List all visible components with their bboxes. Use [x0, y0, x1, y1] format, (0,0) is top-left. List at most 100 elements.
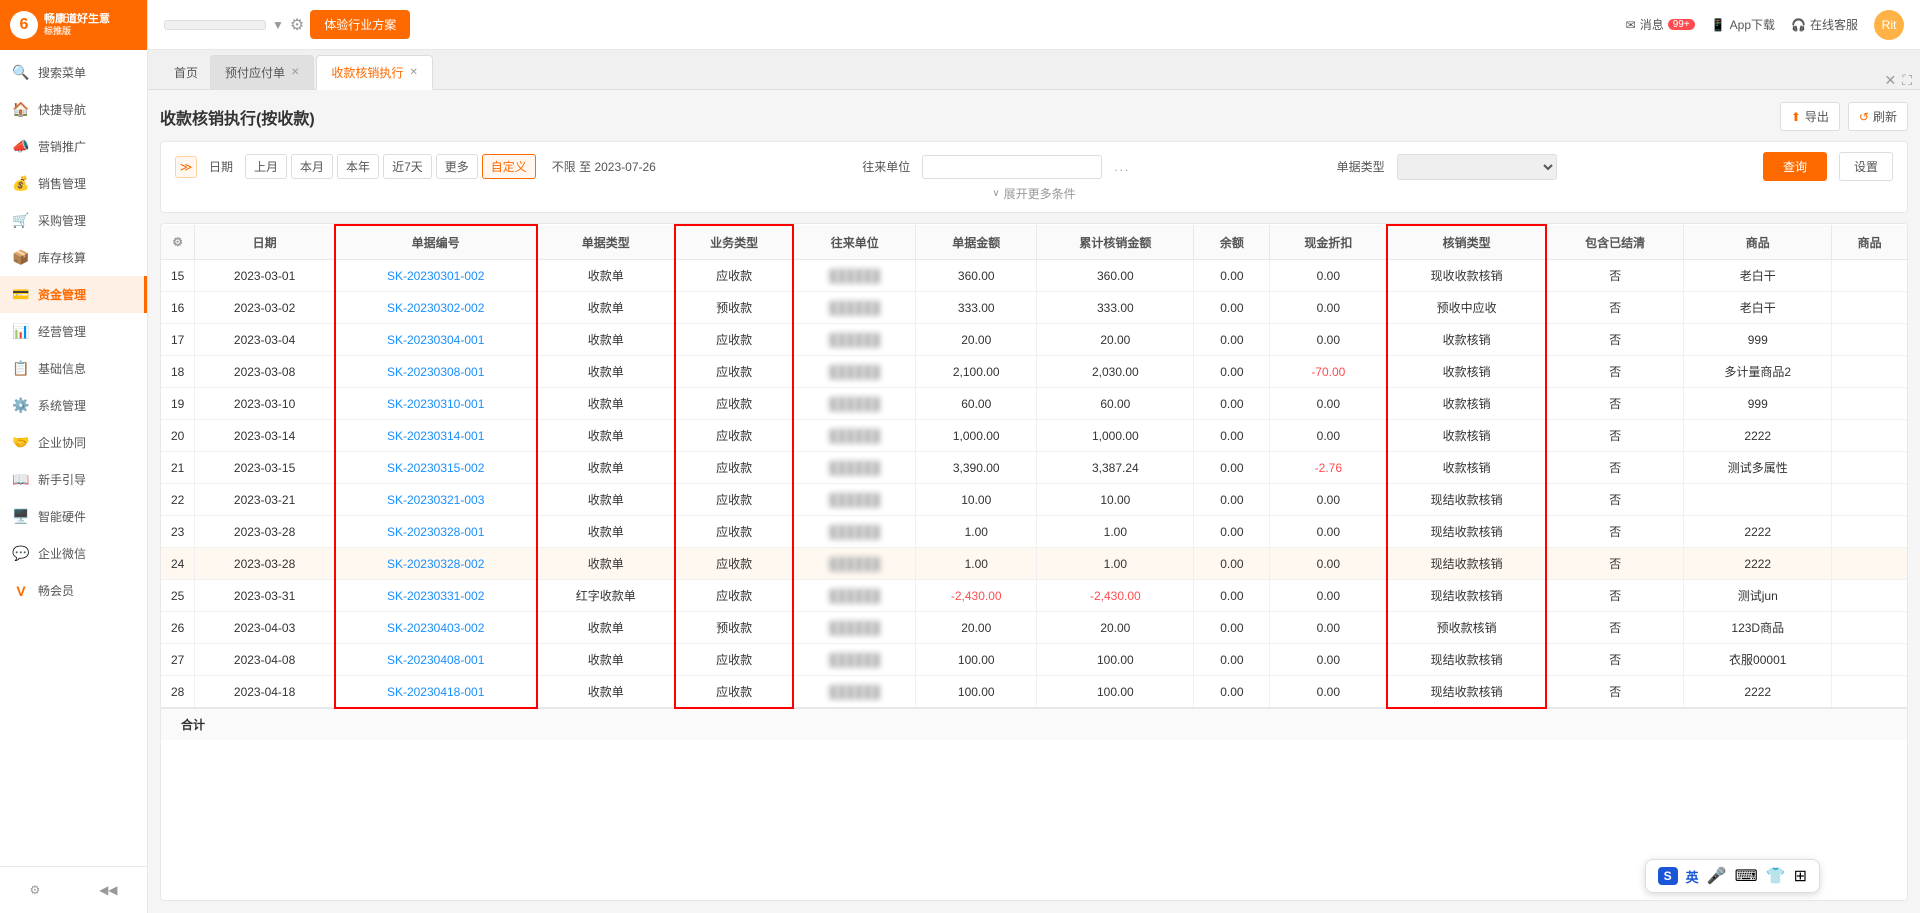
sidebar-item-system[interactable]: ⚙️ 系统管理: [0, 387, 147, 424]
filter-panel: ≫ 日期 上月 本月 本年 近7天 更多 自定义 不限 至 2023-07-26…: [160, 141, 1908, 213]
export-btn[interactable]: ⬆ 导出: [1780, 102, 1840, 131]
messages-btn[interactable]: ✉ 消息 99+: [1626, 16, 1695, 33]
search-menu-input[interactable]: [164, 20, 266, 30]
expand-filter-btn[interactable]: ∨ 展开更多条件: [992, 185, 1075, 202]
sidebar-item-enterprise[interactable]: 🤝 企业协同: [0, 424, 147, 461]
filter-date-custom[interactable]: 自定义: [482, 154, 536, 179]
tab-expand-icon[interactable]: ⛶: [1902, 72, 1912, 89]
filter-date-last-month[interactable]: 上月: [245, 154, 287, 179]
order-link[interactable]: SK-20230331-002: [387, 589, 484, 603]
order-link[interactable]: SK-20230302-002: [387, 301, 484, 315]
cell-amount: 20.00: [916, 324, 1037, 356]
tab-close-all-icon[interactable]: ✕: [1884, 72, 1896, 89]
filter-date-7days[interactable]: 近7天: [383, 154, 432, 179]
cell-order-no: SK-20230331-002: [335, 580, 537, 612]
order-link[interactable]: SK-20230301-002: [387, 269, 484, 283]
tab-verify[interactable]: 收款核销执行 ✕: [316, 55, 432, 90]
table-row[interactable]: 18 2023-03-08 SK-20230308-001 收款单 应收款 ██…: [161, 356, 1907, 388]
grid-icon[interactable]: ⊞: [1794, 866, 1807, 886]
table-row[interactable]: 23 2023-03-28 SK-20230328-001 收款单 应收款 ██…: [161, 516, 1907, 548]
cell-balance: 0.00: [1194, 484, 1270, 516]
filter-settings-btn[interactable]: 设置: [1839, 152, 1893, 181]
table-row[interactable]: 22 2023-03-21 SK-20230321-003 收款单 应收款 ██…: [161, 484, 1907, 516]
topbar-gear-icon[interactable]: ⚙: [290, 15, 304, 35]
filter-row-1: ≫ 日期 上月 本月 本年 近7天 更多 自定义 不限 至 2023-07-26…: [175, 152, 1893, 181]
table-row[interactable]: 16 2023-03-02 SK-20230302-002 收款单 预收款 ██…: [161, 292, 1907, 324]
filter-date-more[interactable]: 更多: [436, 154, 478, 179]
data-table-container[interactable]: ⚙ 日期 单据编号 单据类型 业务类型 往来单位 单据金额 累计核销金额 余额 …: [160, 223, 1908, 901]
table-row[interactable]: 26 2023-04-03 SK-20230403-002 收款单 预收款 ██…: [161, 612, 1907, 644]
order-link[interactable]: SK-20230314-001: [387, 429, 484, 443]
user-avatar[interactable]: Rit: [1874, 10, 1904, 40]
order-link[interactable]: SK-20230328-002: [387, 557, 484, 571]
cell-amount: 2,100.00: [916, 356, 1037, 388]
online-service-btn[interactable]: 🎧 在线客服: [1791, 16, 1858, 33]
filter-voucher-type-select[interactable]: [1397, 154, 1557, 180]
filter-date-this-year[interactable]: 本年: [337, 154, 379, 179]
cell-voucher-type: 收款单: [537, 676, 676, 709]
basic-icon: 📋: [12, 360, 30, 377]
shirt-icon[interactable]: 👕: [1766, 866, 1786, 886]
col-date: 日期: [195, 225, 335, 260]
tab-prepay[interactable]: 预付应付单 ✕: [210, 55, 314, 89]
table-row[interactable]: 15 2023-03-01 SK-20230301-002 收款单 应收款 ██…: [161, 260, 1907, 292]
filter-query-btn[interactable]: 查询: [1763, 152, 1827, 181]
cell-product2: [1832, 260, 1907, 292]
sidebar-item-guide[interactable]: 📖 新手引导: [0, 461, 147, 498]
tab-home[interactable]: 首页: [164, 56, 208, 89]
sidebar-item-basic[interactable]: 📋 基础信息: [0, 350, 147, 387]
sidebar-item-hardware[interactable]: 🖥️ 智能硬件: [0, 498, 147, 535]
mic-icon[interactable]: 🎤: [1707, 866, 1727, 886]
sidebar-item-sales[interactable]: 💰 销售管理: [0, 165, 147, 202]
sidebar-item-finance[interactable]: 💳 资金管理: [0, 276, 147, 313]
table-row[interactable]: 17 2023-03-04 SK-20230304-001 收款单 应收款 ██…: [161, 324, 1907, 356]
hardware-icon: 🖥️: [12, 508, 30, 525]
dropdown-icon[interactable]: ▼: [272, 18, 284, 32]
order-link[interactable]: SK-20230403-002: [387, 621, 484, 635]
sidebar-item-shortcut[interactable]: 🏠 快捷导航: [0, 91, 147, 128]
table-row[interactable]: 20 2023-03-14 SK-20230314-001 收款单 应收款 ██…: [161, 420, 1907, 452]
cell-balance: 0.00: [1194, 612, 1270, 644]
order-link[interactable]: SK-20230310-001: [387, 397, 484, 411]
sidebar-collapse-btn[interactable]: ◀◀: [87, 875, 129, 905]
sidebar-settings-btn[interactable]: ⚙: [17, 875, 52, 905]
solution-btn[interactable]: 体验行业方案: [310, 10, 410, 39]
tab-prepay-close[interactable]: ✕: [291, 67, 299, 78]
sidebar-item-member[interactable]: V 畅会员: [0, 572, 147, 609]
order-link[interactable]: SK-20230308-001: [387, 365, 484, 379]
table-row[interactable]: 24 2023-03-28 SK-20230328-002 收款单 应收款 ██…: [161, 548, 1907, 580]
sidebar-item-operation[interactable]: 📊 经营管理: [0, 313, 147, 350]
table-row[interactable]: 27 2023-04-08 SK-20230408-001 收款单 应收款 ██…: [161, 644, 1907, 676]
table-row[interactable]: 25 2023-03-31 SK-20230331-002 红字收款单 应收款 …: [161, 580, 1907, 612]
cell-product1: 2222: [1684, 676, 1832, 709]
cell-biz-type: 应收款: [675, 260, 793, 292]
filter-partner-input[interactable]: [922, 155, 1102, 179]
sidebar-item-purchase[interactable]: 🛒 采购管理: [0, 202, 147, 239]
filter-toggle-btn[interactable]: ≫: [175, 156, 197, 178]
app-download-btn[interactable]: 📱 App下载: [1711, 16, 1775, 33]
sidebar-item-inventory[interactable]: 📦 库存核算: [0, 239, 147, 276]
table-row[interactable]: 21 2023-03-15 SK-20230315-002 收款单 应收款 ██…: [161, 452, 1907, 484]
keyboard-icon[interactable]: ⌨: [1735, 866, 1758, 886]
filter-date-this-month[interactable]: 本月: [291, 154, 333, 179]
order-link[interactable]: SK-20230321-003: [387, 493, 484, 507]
refresh-btn[interactable]: ↺ 刷新: [1848, 102, 1908, 131]
table-row[interactable]: 19 2023-03-10 SK-20230310-001 收款单 应收款 ██…: [161, 388, 1907, 420]
sidebar-item-search[interactable]: 🔍 搜索菜单: [0, 54, 147, 91]
table-row[interactable]: 28 2023-04-18 SK-20230418-001 收款单 应收款 ██…: [161, 676, 1907, 709]
order-link[interactable]: SK-20230315-002: [387, 461, 484, 475]
tab-verify-close[interactable]: ✕: [409, 67, 417, 78]
order-link[interactable]: SK-20230304-001: [387, 333, 484, 347]
order-link[interactable]: SK-20230418-001: [387, 685, 484, 699]
sidebar-item-marketing[interactable]: 📣 营销推广: [0, 128, 147, 165]
order-link[interactable]: SK-20230408-001: [387, 653, 484, 667]
sidebar-item-wechat[interactable]: 💬 企业微信: [0, 535, 147, 572]
order-link[interactable]: SK-20230328-001: [387, 525, 484, 539]
cell-discount: 0.00: [1270, 260, 1387, 292]
table-settings-icon[interactable]: ⚙: [172, 235, 183, 249]
cell-partner: ██████: [793, 516, 915, 548]
cell-balance: 0.00: [1194, 292, 1270, 324]
cell-no: 28: [161, 676, 195, 709]
cell-biz-type: 应收款: [675, 452, 793, 484]
col-settings[interactable]: ⚙: [161, 225, 195, 260]
